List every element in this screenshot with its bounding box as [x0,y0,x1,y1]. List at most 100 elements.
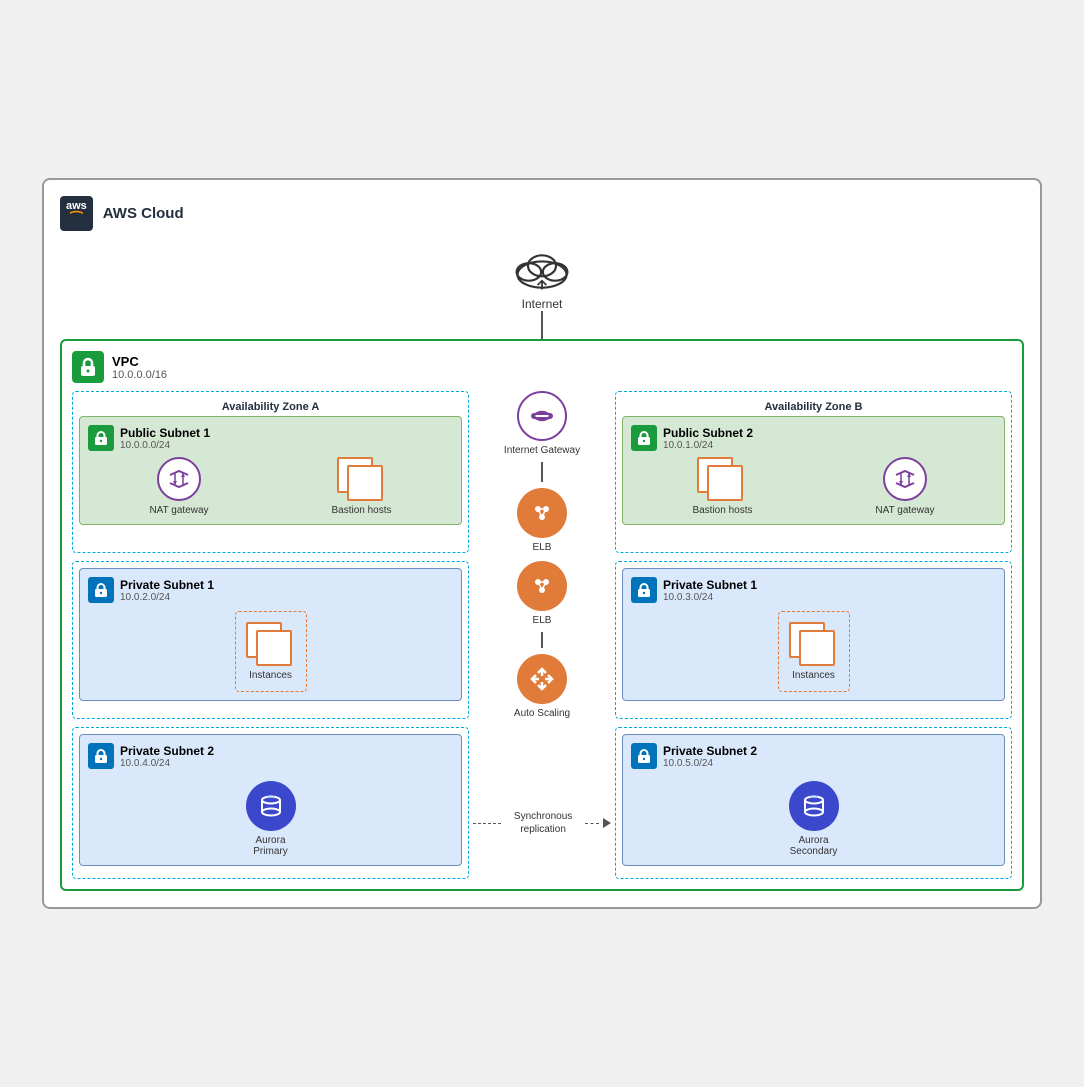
private-subnet-2a-title: Private Subnet 2 [120,744,214,758]
vpc-cidr: 10.0.0.0/16 [112,369,167,381]
center-public-col: Internet Gateway ELB [477,391,607,553]
bastion-icon [337,457,387,501]
private-subnet-2a-header: Private Subnet 2 10.0.4.0/24 [88,743,453,769]
aurora-primary-label: AuroraPrimary [253,835,287,857]
lock-icon-4 [636,582,652,598]
lock-icon-6 [636,748,652,764]
public-subnet-2-header: Public Subnet 2 10.0.1.0/24 [631,425,996,451]
auto-scaling-icon-svg [529,666,555,692]
private-subnet-1b: Private Subnet 1 10.0.3.0/24 Instances [622,568,1005,701]
replication-connector: Synchronous replication [473,810,611,836]
private-subnet-1b-cidr: 10.0.3.0/24 [663,592,757,603]
aurora-secondary-svg [800,792,828,820]
internet-line [60,311,1024,339]
aws-cloud-label: AWS Cloud [103,205,184,222]
elb-private-icon [517,561,567,611]
instances-b-label: Instances [792,670,835,681]
vpc-title: VPC [112,354,167,369]
private-subnet-1b-title: Private Subnet 1 [663,578,757,592]
aurora-primary-icon [246,781,296,831]
instances-b-icon [789,622,839,666]
lock-icon-5 [93,748,109,764]
nat-icon-svg [167,467,191,491]
internet-label: Internet [522,297,563,311]
internet-icon: Internet [507,243,577,311]
aurora-secondary-box: AuroraSecondary [789,781,839,857]
public-subnet-2-icons: Bastion hosts [631,457,996,516]
instances-a-label: Instances [249,670,292,681]
zone-b-label: Availability Zone B [622,398,1005,416]
public-subnet-1: Public Subnet 1 10.0.0.0/24 [79,416,462,525]
igw-label: Internet Gateway [504,445,580,456]
nat-gateway-b-icon [883,457,927,501]
igw-icon [517,391,567,441]
private-subnet-1b-lock [631,577,657,603]
vpc-icon [72,351,104,383]
zone-b-private1: Private Subnet 1 10.0.3.0/24 Instances [615,561,1012,719]
zone-a-public: Availability Zone A Public Subnet 1 [72,391,469,553]
private-subnet-2b: Private Subnet 2 10.0.5.0/24 [622,734,1005,866]
public-subnet-1-header: Public Subnet 1 10.0.0.0/24 [88,425,453,451]
instances-a-group-wrapper: Instances [88,611,453,692]
public-subnet-1-title: Public Subnet 1 [120,426,210,440]
aurora-primary-svg [257,792,285,820]
private-subnet-1a-title: Private Subnet 1 [120,578,214,592]
public-subnets-row: Availability Zone A Public Subnet 1 [72,391,1012,553]
public-subnet-1-lock [88,425,114,451]
private-subnet-2a: Private Subnet 2 10.0.4.0/24 [79,734,462,866]
aurora-primary-box: AuroraPrimary [246,781,296,857]
elb-public-label: ELB [533,542,552,553]
private-subnet-2a-info: Private Subnet 2 10.0.4.0/24 [120,744,214,769]
vpc-header: VPC 10.0.0.0/16 [72,351,1012,383]
lock-icon-3 [93,582,109,598]
zone-a-private2: Private Subnet 2 10.0.4.0/24 [72,727,469,879]
public-subnet-2: Public Subnet 2 10.0.1.0/24 Bastion host… [622,416,1005,525]
private2-subnets-row: Private Subnet 2 10.0.4.0/24 [72,727,1012,879]
aws-logo: aws ⁀ [60,196,93,231]
private-subnet-1a-info: Private Subnet 1 10.0.2.0/24 [120,578,214,603]
igw-icon-svg [528,402,556,430]
elb-private-box: ELB [517,561,567,626]
igw-to-elb-line [541,462,543,482]
aurora-secondary-icon [789,781,839,831]
auto-scaling-label: Auto Scaling [514,708,570,719]
public-subnet-2-cidr: 10.0.1.0/24 [663,440,753,451]
vpc-info: VPC 10.0.0.0/16 [112,354,167,381]
private-subnet-2b-lock [631,743,657,769]
instances-a-icon [246,622,296,666]
igw-box: Internet Gateway [504,391,580,456]
instances-a-group: Instances [235,611,307,692]
diagram-wrapper: aws ⁀ AWS Cloud Internet [42,178,1042,909]
aws-smile: ⁀ [71,212,82,227]
aurora-secondary-label: AuroraSecondary [790,835,838,857]
public-subnet-1-cidr: 10.0.0.0/24 [120,440,210,451]
aurora-secondary-wrapper: AuroraSecondary [631,781,996,857]
private1-subnets-row: Private Subnet 1 10.0.2.0/24 Instances [72,561,1012,719]
lock-icon [93,430,109,446]
zone-b-public: Availability Zone B Public Subnet 2 [615,391,1012,553]
private-subnet-2b-title: Private Subnet 2 [663,744,757,758]
instances-b-group-wrapper: Instances [631,611,996,692]
elb-to-as-line [541,632,543,648]
internet-section: Internet [60,243,1024,311]
elb-icon-svg [528,499,556,527]
zone-a-label: Availability Zone A [79,398,462,416]
auto-scaling-icon [517,654,567,704]
nat-gateway-a-label: NAT gateway [149,505,208,516]
public-subnet-1-icons: NAT gateway Bastion hosts [88,457,453,516]
nat-b-icon-svg [893,467,917,491]
replication-label: Synchronous replication [505,810,581,836]
auto-scaling-box: Auto Scaling [514,654,570,719]
nat-gateway-icon [157,457,201,501]
aurora-primary-wrapper: AuroraPrimary [88,781,453,857]
private-subnet-1b-info: Private Subnet 1 10.0.3.0/24 [663,578,757,603]
elb-private-label: ELB [533,615,552,626]
nat-gateway-a: NAT gateway [149,457,208,516]
aws-header: aws ⁀ AWS Cloud [60,196,1024,231]
zone-a-private1: Private Subnet 1 10.0.2.0/24 Instances [72,561,469,719]
nat-gateway-b-label: NAT gateway [875,505,934,516]
public-subnet-1-info: Public Subnet 1 10.0.0.0/24 [120,426,210,451]
bastion-hosts-a: Bastion hosts [331,457,391,516]
vpc-lock-icon [77,356,99,378]
private-subnet-2b-info: Private Subnet 2 10.0.5.0/24 [663,744,757,769]
